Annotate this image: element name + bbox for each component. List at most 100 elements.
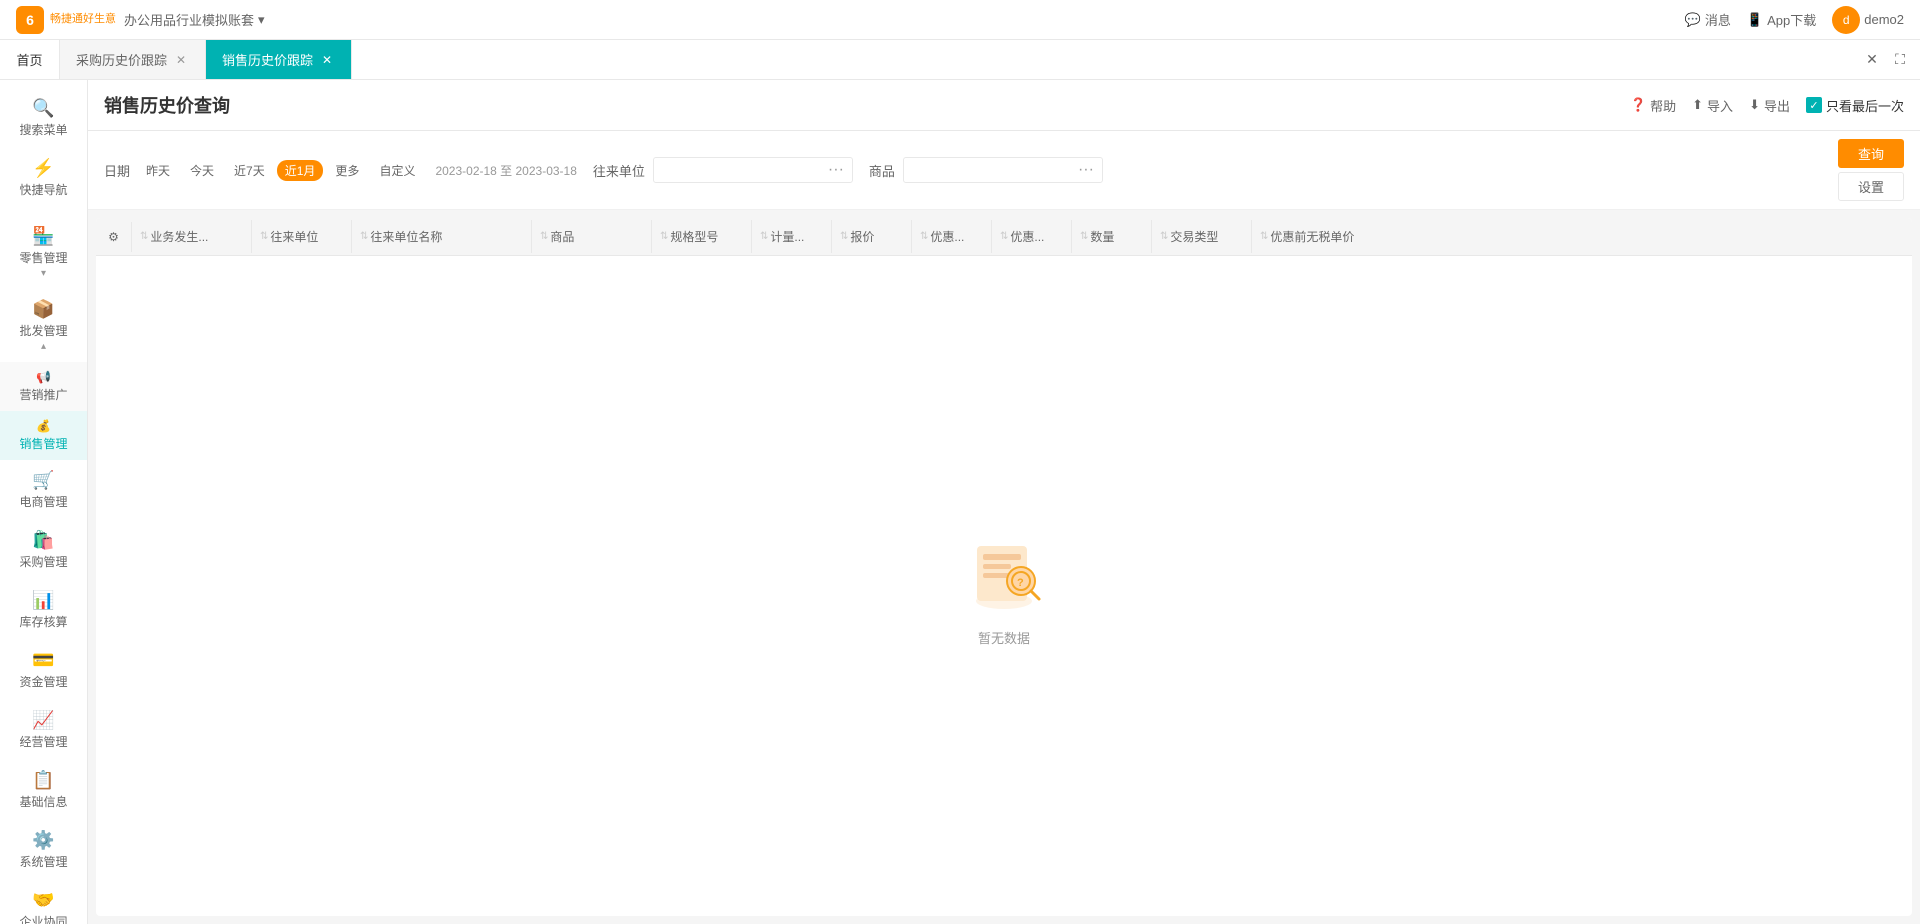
partner-input-dots[interactable]: ···: [828, 161, 844, 179]
empty-text: 暂无数据: [978, 628, 1030, 647]
sidebar-item-operation[interactable]: 📈 经营管理: [0, 700, 87, 760]
avatar: d: [1832, 6, 1860, 34]
table-settings-th[interactable]: ⚙: [96, 222, 132, 252]
sidebar-item-marketing-label: 营销推广: [19, 386, 67, 403]
maximize-button[interactable]: ⛶: [1888, 48, 1912, 72]
app-selector[interactable]: 办公用品行业模拟账套 ▾: [124, 10, 265, 29]
th-trade-label: 交易类型: [1170, 228, 1218, 245]
sidebar-item-ecommerce[interactable]: 🛒 电商管理: [0, 460, 87, 520]
sidebar-item-system[interactable]: ⚙️ 系统管理: [0, 820, 87, 880]
sidebar-item-shortcut[interactable]: ⚡ 快捷导航: [0, 148, 87, 208]
user-profile[interactable]: d demo2: [1832, 6, 1904, 34]
th-product[interactable]: ⇅ 商品: [532, 220, 652, 253]
top-bar: 6 畅捷通好生意 办公用品行业模拟账套 ▾ 💬 消息 📱 App下载 d dem…: [0, 0, 1920, 40]
th-price-label: 报价: [850, 228, 874, 245]
sidebar-item-marketing[interactable]: 📢 营销推广: [0, 362, 87, 411]
th-price-sort-icon: ⇅: [840, 231, 848, 242]
sidebar-item-operation-label: 经营管理: [19, 733, 67, 750]
date-pill-today[interactable]: 今天: [182, 160, 222, 181]
inventory-icon: 📊: [32, 590, 54, 611]
th-notax-label: 优惠前无税单价: [1270, 228, 1354, 245]
sidebar-item-basic-label: 基础信息: [19, 793, 67, 810]
th-partner-label: 往来单位: [270, 228, 318, 245]
partner-input-field[interactable]: ···: [653, 157, 853, 183]
date-pill-7days[interactable]: 近7天: [226, 160, 273, 181]
tab-purchase-history[interactable]: 采购历史价跟踪 ✕: [60, 40, 206, 79]
wholesale-arrow-icon: ▴: [41, 341, 46, 352]
sidebar-item-sales-mgmt[interactable]: 💰 销售管理: [0, 411, 87, 460]
date-pill-custom[interactable]: 自定义: [371, 160, 423, 181]
export-icon: ⬇: [1749, 97, 1760, 113]
empty-illustration: ?: [959, 526, 1049, 616]
only-last-checkbox[interactable]: ✓ 只看最后一次: [1806, 96, 1904, 115]
product-input-field[interactable]: ···: [903, 157, 1103, 183]
product-input-dots[interactable]: ···: [1078, 161, 1094, 179]
app-download-button[interactable]: 📱 App下载: [1747, 10, 1816, 29]
wholesale-icon: 📦: [32, 299, 54, 320]
help-label: 帮助: [1650, 96, 1676, 115]
only-last-label: 只看最后一次: [1826, 96, 1904, 115]
cooperation-icon: 🤝: [32, 890, 54, 911]
date-filter-label: 日期: [104, 161, 130, 180]
date-pill-1month[interactable]: 近1月: [277, 160, 324, 181]
th-spec[interactable]: ⇅ 规格型号: [652, 220, 752, 253]
th-partner[interactable]: ⇅ 往来单位: [252, 220, 352, 253]
download-icon: 📱: [1747, 12, 1763, 28]
import-button[interactable]: ⬆ 导入: [1692, 96, 1733, 115]
sidebar-item-search[interactable]: 🔍 搜索菜单: [0, 88, 87, 148]
th-notax-price[interactable]: ⇅ 优惠前无税单价: [1252, 220, 1912, 253]
system-icon: ⚙️: [32, 830, 54, 851]
help-button[interactable]: ❓ 帮助: [1630, 96, 1676, 115]
th-price[interactable]: ⇅ 报价: [832, 220, 912, 253]
tab-sales-history-close[interactable]: ✕: [319, 52, 335, 68]
sidebar-item-shortcut-label: 快捷导航: [19, 181, 67, 198]
search-button[interactable]: 查询: [1838, 139, 1904, 168]
gear-icon: ⚙: [108, 230, 119, 244]
th-qty[interactable]: ⇅ 数量: [1072, 220, 1152, 253]
th-disc2[interactable]: ⇅ 优惠...: [992, 220, 1072, 253]
checkbox-checked-icon: ✓: [1806, 97, 1822, 113]
th-partner-name[interactable]: ⇅ 往来单位名称: [352, 220, 532, 253]
logo-icon: 6: [16, 6, 44, 34]
settings-button[interactable]: 设置: [1838, 172, 1904, 201]
close-all-tabs-button[interactable]: ✕: [1860, 48, 1884, 72]
sidebar-item-retail[interactable]: 🏪 零售管理 ▾: [0, 216, 87, 289]
sidebar-item-wholesale[interactable]: 📦 批发管理 ▴: [0, 289, 87, 362]
sidebar-item-purchase[interactable]: 🛍️ 采购管理: [0, 520, 87, 580]
basic-icon: 📋: [32, 770, 54, 791]
th-biz-date[interactable]: ⇅ 业务发生...: [132, 220, 252, 253]
date-pill-more[interactable]: 更多: [327, 160, 367, 181]
th-qty-label: 数量: [1090, 228, 1114, 245]
table-body: ? 暂无数据: [96, 256, 1912, 916]
th-disc1-label: 优惠...: [930, 228, 964, 245]
sidebar-item-basic[interactable]: 📋 基础信息: [0, 760, 87, 820]
date-pill-yesterday[interactable]: 昨天: [138, 160, 178, 181]
page-title-row: 销售历史价查询 ❓ 帮助 ⬆ 导入 ⬇ 导出 ✓: [104, 92, 1904, 118]
export-button[interactable]: ⬇ 导出: [1749, 96, 1790, 115]
tab-sales-history[interactable]: 销售历史价跟踪 ✕: [206, 40, 352, 79]
operation-icon: 📈: [32, 710, 54, 731]
th-notax-sort-icon: ⇅: [1260, 231, 1268, 242]
th-trade-type[interactable]: ⇅ 交易类型: [1152, 220, 1252, 253]
th-product-label: 商品: [550, 228, 574, 245]
purchase-icon: 🛍️: [32, 530, 54, 551]
sidebar-item-wholesale-label: 批发管理: [19, 322, 67, 339]
product-filter: 商品 ···: [869, 157, 1103, 183]
svg-text:?: ?: [1017, 577, 1024, 589]
import-label: 导入: [1707, 96, 1733, 115]
th-disc1[interactable]: ⇅ 优惠...: [912, 220, 992, 253]
tab-home[interactable]: 首页: [0, 40, 60, 79]
table-header: ⚙ ⇅ 业务发生... ⇅ 往来单位 ⇅ 往来单位名称 ⇅ 商品: [96, 218, 1912, 256]
th-unit[interactable]: ⇅ 计量...: [752, 220, 832, 253]
tab-purchase-history-close[interactable]: ✕: [173, 52, 189, 68]
product-filter-label: 商品: [869, 161, 895, 180]
th-disc2-sort-icon: ⇅: [1000, 231, 1008, 242]
sidebar-item-inventory[interactable]: 📊 库存核算: [0, 580, 87, 640]
sidebar-item-finance-label: 资金管理: [19, 673, 67, 690]
sidebar-item-finance[interactable]: 💳 资金管理: [0, 640, 87, 700]
sidebar-item-inventory-label: 库存核算: [19, 613, 67, 630]
sidebar-item-cooperation[interactable]: 🤝 企业协同: [0, 880, 87, 924]
message-button[interactable]: 💬 消息: [1685, 10, 1731, 29]
shortcut-icon: ⚡: [32, 158, 54, 179]
main-layout: 🔍 搜索菜单 ⚡ 快捷导航 🏪 零售管理 ▾ 📦 批发管理 ▴ 📢 营销推广 💰…: [0, 80, 1920, 924]
